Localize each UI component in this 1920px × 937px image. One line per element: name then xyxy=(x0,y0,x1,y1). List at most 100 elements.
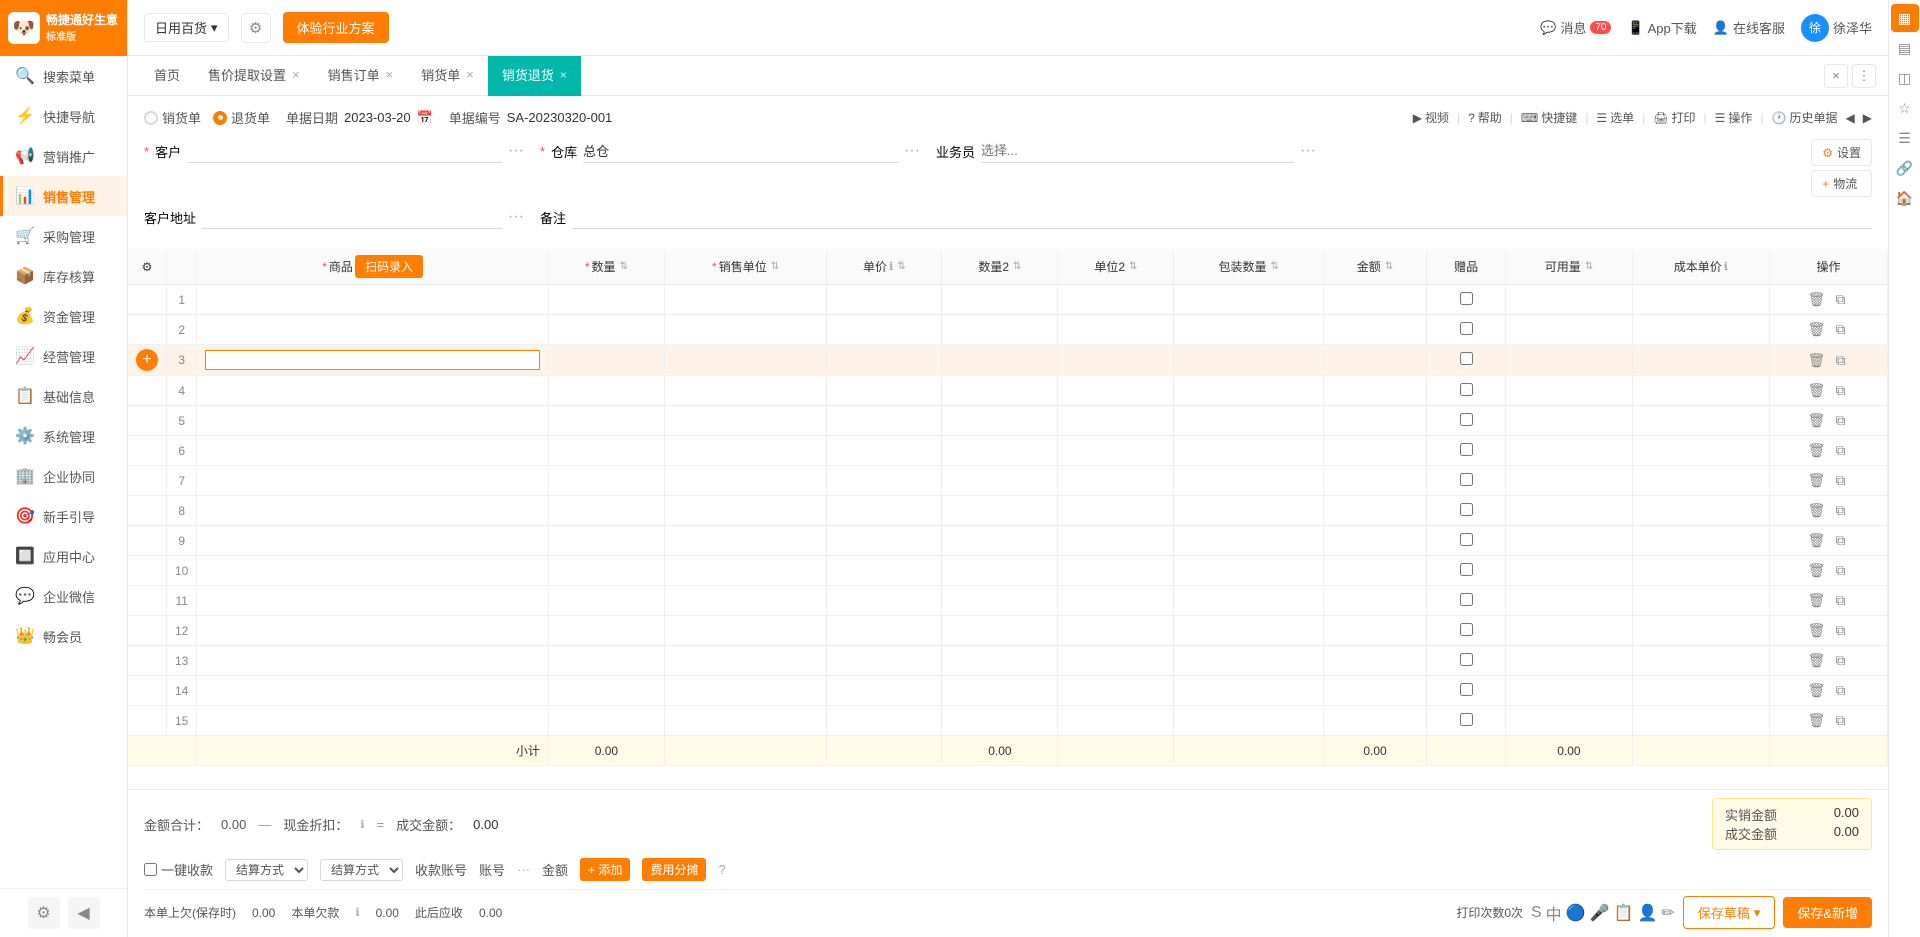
warehouse-input[interactable] xyxy=(583,139,898,163)
unit-price-sort-icon[interactable]: ⇅ xyxy=(897,261,905,272)
right-tool-btn3[interactable]: ◫ xyxy=(1891,64,1919,92)
settlement-method-select[interactable]: 结算方式 xyxy=(225,859,308,881)
gift-checkbox-4[interactable] xyxy=(1460,383,1473,396)
copy-row-btn-5[interactable]: ⧉ xyxy=(1831,411,1851,431)
tab-sales-delivery-close[interactable]: × xyxy=(466,67,474,82)
copy-row-btn-8[interactable]: ⧉ xyxy=(1831,501,1851,521)
cell-product-7[interactable] xyxy=(197,466,549,496)
cell-amount-4[interactable] xyxy=(1323,376,1426,406)
cell-quantity2-5[interactable] xyxy=(942,406,1058,436)
tab-price-settings[interactable]: 售价提取设置 × xyxy=(194,56,314,96)
cell-amount-10[interactable] xyxy=(1323,556,1426,586)
cell-unit2-10[interactable] xyxy=(1058,556,1174,586)
cell-pack-quantity-9[interactable] xyxy=(1174,526,1324,556)
cell-available-12[interactable] xyxy=(1506,616,1632,646)
cell-sales-unit-1[interactable] xyxy=(664,285,826,315)
cell-unit2-7[interactable] xyxy=(1058,466,1174,496)
cell-cost-price-6[interactable] xyxy=(1632,436,1770,466)
copy-row-btn-11[interactable]: ⧉ xyxy=(1831,591,1851,611)
cell-cost-price-11[interactable] xyxy=(1632,586,1770,616)
action-print[interactable]: 🖨 打印 xyxy=(1653,109,1695,126)
action-next-doc[interactable]: ▶ xyxy=(1863,111,1872,125)
cell-quantity2-7[interactable] xyxy=(942,466,1058,496)
gift-checkbox-2[interactable] xyxy=(1460,322,1473,335)
cell-amount-3[interactable] xyxy=(1323,345,1426,376)
cell-unit2-11[interactable] xyxy=(1058,586,1174,616)
cell-sales-unit-9[interactable] xyxy=(664,526,826,556)
header-gear-btn[interactable]: ⚙ xyxy=(241,13,271,43)
cell-product-15[interactable] xyxy=(197,706,549,736)
cell-quantity-9[interactable] xyxy=(548,526,664,556)
cell-cost-price-2[interactable] xyxy=(1632,315,1770,345)
cell-amount-1[interactable] xyxy=(1323,285,1426,315)
cell-unit2-15[interactable] xyxy=(1058,706,1174,736)
cell-product-10[interactable] xyxy=(197,556,549,586)
action-select[interactable]: ☰ 选单 xyxy=(1596,109,1634,126)
tab-sales-return[interactable]: 销货退货 × xyxy=(488,56,581,96)
quantity2-sort-icon[interactable]: ⇅ xyxy=(1013,261,1021,272)
copy-row-btn-6[interactable]: ⧉ xyxy=(1831,441,1851,461)
logistics-button[interactable]: + 物流 xyxy=(1811,170,1872,197)
cell-available-3[interactable] xyxy=(1506,345,1632,376)
cell-product-5[interactable] xyxy=(197,406,549,436)
cell-product-4[interactable] xyxy=(197,376,549,406)
radio-return[interactable]: 退货单 xyxy=(213,108,270,127)
sidebar-item-finance[interactable]: 💰 资金管理 xyxy=(0,296,127,336)
cell-sales-unit-10[interactable] xyxy=(664,556,826,586)
cell-sales-unit-12[interactable] xyxy=(664,616,826,646)
cell-unit2-8[interactable] xyxy=(1058,496,1174,526)
one-click-collect-checkbox[interactable]: 一键收款 xyxy=(144,860,213,879)
sidebar-item-search[interactable]: 🔍 搜索菜单 xyxy=(0,56,127,96)
cell-product-14[interactable] xyxy=(197,676,549,706)
cell-sales-unit-15[interactable] xyxy=(664,706,826,736)
cell-quantity2-14[interactable] xyxy=(942,676,1058,706)
customer-input[interactable] xyxy=(187,139,502,163)
tool-icon-6[interactable]: 👤 xyxy=(1637,903,1657,923)
cell-unit-price-11[interactable] xyxy=(827,586,942,616)
gift-checkbox-8[interactable] xyxy=(1460,503,1473,516)
delete-row-btn-7[interactable]: 🗑 xyxy=(1807,471,1827,491)
cell-quantity-6[interactable] xyxy=(548,436,664,466)
cell-unit2-2[interactable] xyxy=(1058,315,1174,345)
cell-pack-quantity-5[interactable] xyxy=(1174,406,1324,436)
cell-unit2-3[interactable] xyxy=(1058,345,1174,376)
cell-pack-quantity-13[interactable] xyxy=(1174,646,1324,676)
cell-quantity2-9[interactable] xyxy=(942,526,1058,556)
date-value[interactable]: 2023-03-20 xyxy=(344,110,411,125)
cell-quantity2-6[interactable] xyxy=(942,436,1058,466)
delete-row-btn-1[interactable]: 🗑 xyxy=(1807,290,1827,310)
cell-sales-unit-8[interactable] xyxy=(664,496,826,526)
cell-product-12[interactable] xyxy=(197,616,549,646)
right-tool-btn4[interactable]: ☆ xyxy=(1891,94,1919,122)
right-grid1-btn[interactable]: ▦ xyxy=(1891,4,1919,32)
delete-row-btn-13[interactable]: 🗑 xyxy=(1807,651,1827,671)
cell-amount-8[interactable] xyxy=(1323,496,1426,526)
cell-amount-11[interactable] xyxy=(1323,586,1426,616)
tab-close-btn[interactable]: × xyxy=(1824,64,1848,88)
radio-delivery[interactable]: 销货单 xyxy=(144,108,201,127)
gift-checkbox-3[interactable] xyxy=(1460,352,1473,365)
experience-btn[interactable]: 体验行业方案 xyxy=(283,12,389,43)
tab-sales-delivery[interactable]: 销货单 × xyxy=(407,56,488,96)
cell-gift-3[interactable] xyxy=(1427,345,1506,376)
sidebar-item-apps[interactable]: 🔲 应用中心 xyxy=(0,536,127,576)
cell-pack-quantity-10[interactable] xyxy=(1174,556,1324,586)
cell-quantity2-10[interactable] xyxy=(942,556,1058,586)
save-draft-btn[interactable]: 保存草稿 ▾ xyxy=(1683,896,1776,929)
calc-method-select[interactable]: 结算方式 xyxy=(320,859,403,881)
action-prev-doc[interactable]: ◀ xyxy=(1846,111,1855,125)
cell-cost-price-4[interactable] xyxy=(1632,376,1770,406)
quantity-sort-icon[interactable]: ⇅ xyxy=(620,261,628,272)
cell-quantity2-1[interactable] xyxy=(942,285,1058,315)
tool-icon-1[interactable]: S xyxy=(1531,904,1542,922)
cell-unit-price-8[interactable] xyxy=(827,496,942,526)
copy-row-btn-15[interactable]: ⧉ xyxy=(1831,711,1851,731)
right-tool-btn5[interactable]: ☰ xyxy=(1891,124,1919,152)
gift-checkbox-5[interactable] xyxy=(1460,413,1473,426)
tab-sales-order-close[interactable]: × xyxy=(386,67,394,82)
tab-sales-order[interactable]: 销售订单 × xyxy=(314,56,408,96)
sidebar-item-enterprise[interactable]: 🏢 企业协同 xyxy=(0,456,127,496)
cell-unit-price-13[interactable] xyxy=(827,646,942,676)
cell-unit2-5[interactable] xyxy=(1058,406,1174,436)
cell-quantity2-15[interactable] xyxy=(942,706,1058,736)
